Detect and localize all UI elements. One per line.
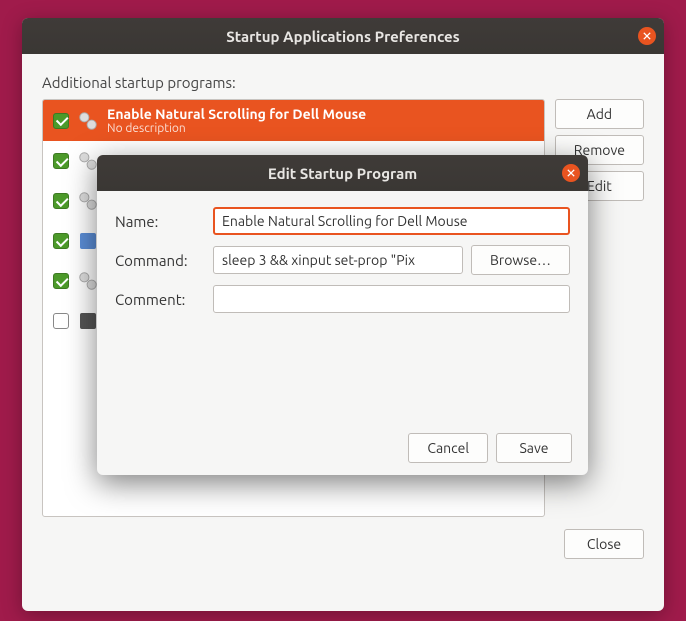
- modal-footer: Cancel Save: [408, 433, 572, 463]
- cancel-button[interactable]: Cancel: [408, 433, 488, 463]
- command-label: Command:: [115, 252, 205, 269]
- row-checkbox[interactable]: [53, 153, 69, 169]
- app-icon: [77, 310, 99, 332]
- command-row: Command: Browse…: [115, 245, 570, 275]
- row-checkbox[interactable]: [53, 313, 69, 329]
- row-title: Enable Natural Scrolling for Dell Mouse: [107, 106, 366, 122]
- comment-label: Comment:: [115, 291, 205, 308]
- list-item[interactable]: Enable Natural Scrolling for Dell Mouse …: [43, 100, 544, 141]
- row-checkbox[interactable]: [53, 233, 69, 249]
- row-checkbox[interactable]: [53, 113, 69, 129]
- gears-icon: [77, 190, 99, 212]
- app-icon: [77, 230, 99, 252]
- edit-startup-dialog: Edit Startup Program Name: Command: Brow…: [97, 155, 588, 475]
- modal-title: Edit Startup Program: [268, 165, 417, 182]
- modal-close-button[interactable]: [562, 164, 580, 182]
- add-button[interactable]: Add: [555, 99, 644, 129]
- main-titlebar: Startup Applications Preferences: [22, 18, 664, 54]
- row-checkbox[interactable]: [53, 273, 69, 289]
- comment-row: Comment:: [115, 285, 570, 313]
- name-label: Name:: [115, 213, 205, 230]
- main-window-title: Startup Applications Preferences: [226, 28, 460, 45]
- row-checkbox[interactable]: [53, 193, 69, 209]
- name-row: Name:: [115, 207, 570, 235]
- gears-icon: [77, 110, 99, 132]
- main-close-button[interactable]: [638, 27, 656, 45]
- row-texts: Enable Natural Scrolling for Dell Mouse …: [107, 106, 366, 135]
- main-footer: Close: [22, 529, 664, 573]
- list-heading: Additional startup programs:: [42, 74, 644, 91]
- close-button[interactable]: Close: [564, 529, 644, 559]
- close-icon: [567, 169, 575, 177]
- row-subtitle: No description: [107, 122, 366, 135]
- command-input[interactable]: [213, 246, 463, 274]
- modal-body: Name: Command: Browse… Comment:: [97, 191, 588, 339]
- comment-input[interactable]: [213, 285, 570, 313]
- gears-icon: [77, 150, 99, 172]
- close-icon: [643, 32, 651, 40]
- name-input[interactable]: [213, 207, 570, 235]
- save-button[interactable]: Save: [496, 433, 572, 463]
- modal-titlebar: Edit Startup Program: [97, 155, 588, 191]
- gears-icon: [77, 270, 99, 292]
- browse-button[interactable]: Browse…: [471, 245, 570, 275]
